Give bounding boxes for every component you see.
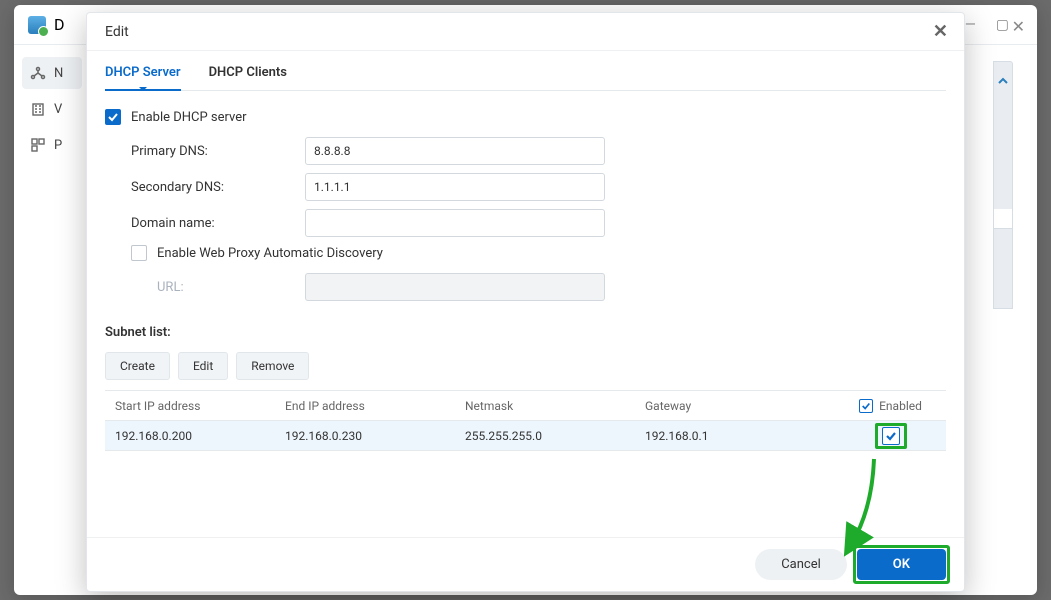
- table-row[interactable]: 192.168.0.200 192.168.0.230 255.255.255.…: [105, 421, 946, 451]
- enable-dhcp-row: Enable DHCP server: [105, 109, 946, 125]
- sidebar-item-pxe[interactable]: P: [22, 129, 82, 161]
- maximize-icon[interactable]: ▢: [996, 17, 1009, 33]
- tab-dhcp-clients[interactable]: DHCP Clients: [209, 65, 287, 90]
- col-enabled-label: Enabled: [879, 399, 922, 413]
- wpad-checkbox[interactable]: [131, 245, 147, 261]
- window-controls: — ▢: [965, 17, 1009, 33]
- wpad-label: Enable Web Proxy Automatic Discovery: [157, 246, 383, 261]
- tabbar: DHCP Server DHCP Clients: [105, 51, 946, 91]
- cell-end: 192.168.0.230: [285, 429, 465, 443]
- minimize-icon[interactable]: —: [965, 17, 976, 33]
- secondary-dns-label: Secondary DNS:: [105, 180, 305, 195]
- col-end: End IP address: [285, 399, 465, 413]
- modal-title: Edit: [105, 24, 129, 40]
- right-panel-collapsed[interactable]: [993, 61, 1013, 309]
- primary-dns-label: Primary DNS:: [105, 144, 305, 159]
- secondary-dns-row: Secondary DNS:: [105, 173, 946, 201]
- edit-modal: Edit ✕ DHCP Server DHCP Clients Enable D…: [86, 12, 965, 592]
- primary-dns-input[interactable]: [305, 137, 605, 165]
- sidebar-item-network[interactable]: N: [22, 57, 82, 89]
- url-label: URL:: [105, 280, 305, 295]
- ok-wrap: OK: [857, 549, 946, 580]
- remove-button[interactable]: Remove: [236, 352, 309, 380]
- url-input: [305, 273, 605, 301]
- sidebar-item-vendor[interactable]: V: [22, 93, 82, 125]
- sidebar-label: V: [54, 102, 62, 117]
- col-gateway: Gateway: [645, 399, 835, 413]
- cancel-button[interactable]: Cancel: [755, 549, 847, 580]
- grid-icon: [30, 137, 46, 153]
- cell-start: 192.168.0.200: [105, 429, 285, 443]
- sidebar-label: N: [54, 66, 63, 81]
- enable-dhcp-checkbox[interactable]: [105, 109, 121, 125]
- subnet-heading: Subnet list:: [105, 325, 946, 340]
- modal-footer: Cancel OK: [87, 537, 964, 591]
- col-netmask: Netmask: [465, 399, 645, 413]
- col-enabled: Enabled: [835, 399, 946, 413]
- network-icon: [30, 65, 46, 81]
- col-start: Start IP address: [105, 399, 285, 413]
- sidebar-label: P: [54, 138, 62, 153]
- table-header: Start IP address End IP address Netmask …: [105, 391, 946, 421]
- domain-name-label: Domain name:: [105, 216, 305, 231]
- tab-dhcp-server[interactable]: DHCP Server: [105, 65, 181, 90]
- back-title: D: [54, 15, 65, 34]
- app-icon: [28, 16, 46, 34]
- cell-enabled: [835, 427, 946, 445]
- close-icon[interactable]: ✕: [933, 21, 948, 42]
- create-button[interactable]: Create: [105, 352, 170, 380]
- subnet-table: Start IP address End IP address Netmask …: [105, 390, 946, 451]
- secondary-dns-input[interactable]: [305, 173, 605, 201]
- chevron-up-icon: [997, 72, 1009, 91]
- cell-netmask: 255.255.255.0: [465, 429, 645, 443]
- cell-gateway: 192.168.0.1: [645, 429, 835, 443]
- window-close-icon[interactable]: ✕: [1012, 17, 1025, 36]
- modal-body: DHCP Server DHCP Clients Enable DHCP ser…: [87, 51, 964, 537]
- header-enabled-checkbox[interactable]: [859, 399, 873, 413]
- primary-dns-row: Primary DNS:: [105, 137, 946, 165]
- domain-name-row: Domain name:: [105, 209, 946, 237]
- sidebar: N V P: [14, 49, 90, 595]
- domain-name-input[interactable]: [305, 209, 605, 237]
- right-panel-fragment: [993, 209, 1013, 229]
- annotation-highlight-enabled: [875, 423, 907, 449]
- edit-button[interactable]: Edit: [178, 352, 228, 380]
- annotation-highlight-ok: [853, 545, 950, 584]
- url-row: URL:: [105, 273, 946, 301]
- enable-dhcp-label: Enable DHCP server: [131, 110, 247, 125]
- subnet-buttons: Create Edit Remove: [105, 352, 946, 380]
- wpad-row: Enable Web Proxy Automatic Discovery: [105, 245, 946, 261]
- dhcp-form: Enable DHCP server Primary DNS: Secondar…: [105, 91, 946, 451]
- modal-header: Edit ✕: [87, 13, 964, 51]
- building-icon: [30, 101, 46, 117]
